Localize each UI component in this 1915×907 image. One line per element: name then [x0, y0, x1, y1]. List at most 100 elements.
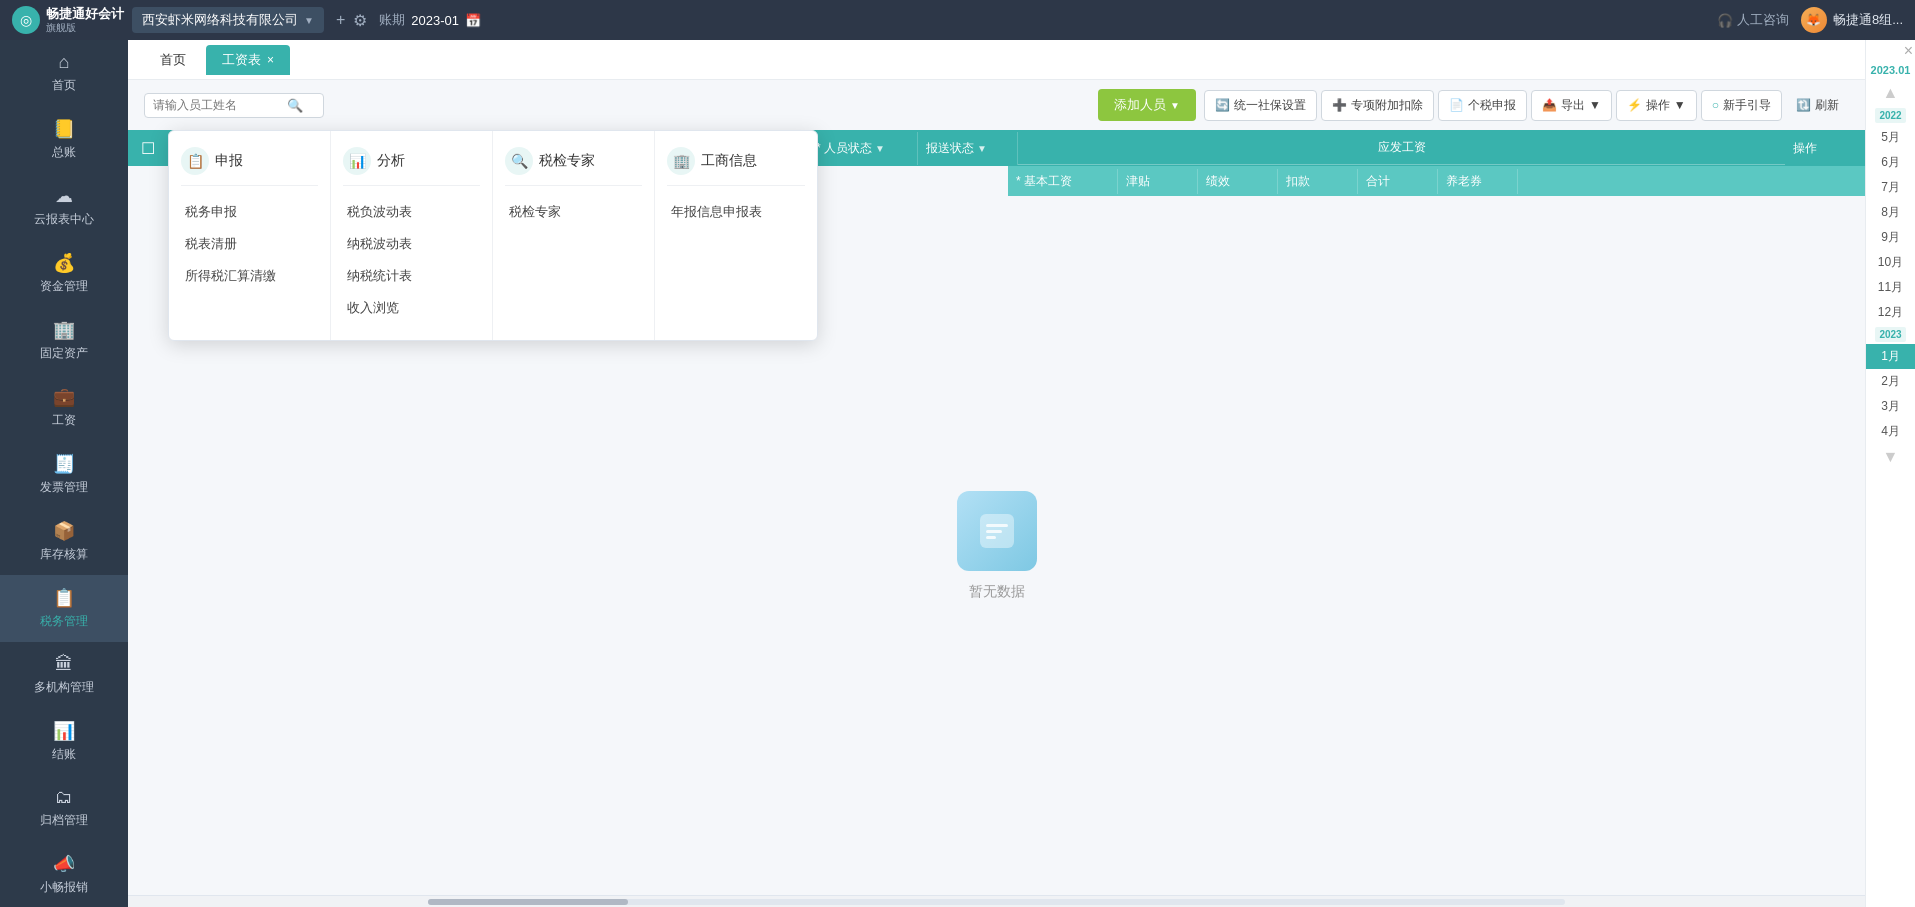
sidebar-item-cloud[interactable]: ☁ 云报表中心 [0, 173, 128, 240]
main-layout: ⌂ 首页 📒 总账 ☁ 云报表中心 💰 资金管理 🏢 固定资产 💼 工资 🧾 发… [0, 40, 1915, 907]
sidebar-item-assets[interactable]: 🏢 固定资产 [0, 307, 128, 374]
th-status: * 人员状态 ▼ [808, 132, 918, 165]
add-dropdown-arrow: ▼ [1170, 100, 1180, 111]
guide-label: 新手引导 [1723, 97, 1771, 114]
month-2022-7[interactable]: 7月 [1866, 175, 1915, 200]
th-deduction: 扣款 [1278, 169, 1358, 194]
th-performance: 绩效 [1198, 169, 1278, 194]
menu-tax-form[interactable]: 税表清册 [181, 228, 318, 260]
tax-return-button[interactable]: 📄 个税申报 [1438, 90, 1527, 121]
menu-tax-declaration[interactable]: 税务申报 [181, 196, 318, 228]
month-2022-8[interactable]: 8月 [1866, 200, 1915, 225]
month-2023-1[interactable]: 1月 [1866, 344, 1915, 369]
fund-icon: 💰 [53, 252, 75, 274]
scroll-down-icon[interactable]: ▼ [1879, 444, 1903, 470]
service-label: 人工咨询 [1737, 11, 1789, 29]
sidebar-item-multi[interactable]: 🏛 多机构管理 [0, 642, 128, 708]
menu-tax-stats[interactable]: 纳税统计表 [343, 260, 480, 292]
plus-icon: ➕ [1332, 98, 1347, 112]
period-value[interactable]: 2023-01 [411, 13, 459, 28]
menu-annual-report[interactable]: 年报信息申报表 [667, 196, 805, 228]
service-button[interactable]: 🎧 人工咨询 [1717, 11, 1789, 29]
multi-icon: 🏛 [55, 654, 73, 675]
add-person-label: 添加人员 [1114, 96, 1166, 114]
menu-income-tax[interactable]: 所得税汇算清缴 [181, 260, 318, 292]
sidebar-item-ledger[interactable]: 📒 总账 [0, 106, 128, 173]
avatar: 🦊 [1801, 7, 1827, 33]
sidebar-item-invoice[interactable]: 🧾 发票管理 [0, 441, 128, 508]
invoice-icon: 🧾 [53, 453, 75, 475]
content-area: 首页 工资表 × 🔍 添加人员 ▼ 🔄 统一社保设置 [128, 40, 1865, 907]
ledger-icon: 📒 [53, 118, 75, 140]
social-insurance-button[interactable]: 🔄 统一社保设置 [1204, 90, 1317, 121]
month-2022-6[interactable]: 6月 [1866, 150, 1915, 175]
status-filter-icon[interactable]: ▼ [875, 143, 885, 154]
tab-home[interactable]: 首页 [144, 45, 202, 75]
archive-icon: 🗂 [55, 787, 73, 808]
add-person-button[interactable]: 添加人员 ▼ [1098, 89, 1196, 121]
month-2023-3[interactable]: 3月 [1866, 394, 1915, 419]
sidebar-item-settle[interactable]: 📊 结账 [0, 708, 128, 775]
sidebar-label-invoice: 发票管理 [40, 479, 88, 496]
search-input[interactable] [153, 98, 283, 112]
tab-close-icon[interactable]: × [267, 53, 274, 67]
scrollbar-track[interactable] [428, 899, 1565, 905]
calendar-icon[interactable]: 📅 [465, 13, 481, 28]
tax-return-label: 个税申报 [1468, 97, 1516, 114]
toolbar-actions: 🔄 统一社保设置 ➕ 专项附加扣除 📄 个税申报 📤 导出 ▼ ⚡ [1204, 90, 1849, 121]
export-button[interactable]: 📤 导出 ▼ [1531, 90, 1612, 121]
sidebar-item-tax[interactable]: 📋 税务管理 [0, 575, 128, 642]
top-header: ◎ 畅捷通好会计 旗舰版 西安虾米网络科技有限公司 ▼ + ⚙ 账期 2023-… [0, 0, 1915, 40]
month-2022-10[interactable]: 10月 [1866, 250, 1915, 275]
refresh-button[interactable]: 🔃 刷新 [1786, 91, 1849, 120]
timeline-header: 2023.01 [1871, 64, 1911, 76]
sidebar-item-inventory[interactable]: 📦 库存核算 [0, 508, 128, 575]
add-button[interactable]: + [336, 11, 345, 29]
svg-rect-1 [986, 524, 1008, 527]
month-2022-9[interactable]: 9月 [1866, 225, 1915, 250]
sidebar-label-multi: 多机构管理 [34, 679, 94, 696]
month-2023-2[interactable]: 2月 [1866, 369, 1915, 394]
scroll-up-icon[interactable]: ▲ [1879, 80, 1903, 106]
sidebar-item-archive[interactable]: 🗂 归档管理 [0, 775, 128, 841]
settings-icon[interactable]: ⚙ [353, 11, 367, 30]
new-guide-button[interactable]: ○ 新手引导 [1701, 90, 1782, 121]
operation-button[interactable]: ⚡ 操作 ▼ [1616, 90, 1697, 121]
month-2023-4[interactable]: 4月 [1866, 419, 1915, 444]
report-filter-icon[interactable]: ▼ [977, 143, 987, 154]
section-title-declaration: 📋 申报 [181, 147, 318, 186]
chevron-down-icon: ▼ [304, 15, 314, 26]
export-label: 导出 [1561, 97, 1585, 114]
sidebar-item-payroll[interactable]: 💼 工资 [0, 374, 128, 441]
sidebar-label-payroll: 工资 [52, 412, 76, 429]
month-2022-12[interactable]: 12月 [1866, 300, 1915, 325]
timeline-close-icon[interactable]: × [1904, 42, 1913, 60]
menu-tax-payment[interactable]: 纳税波动表 [343, 228, 480, 260]
menu-income-browse[interactable]: 收入浏览 [343, 292, 480, 324]
header-actions: + ⚙ [336, 11, 367, 30]
sidebar-label-tax: 税务管理 [40, 613, 88, 630]
analysis-icon: 📊 [343, 147, 371, 175]
user-area[interactable]: 🦊 畅捷通8组... [1801, 7, 1903, 33]
scrollbar-thumb[interactable] [428, 899, 628, 905]
social-label: 统一社保设置 [1234, 97, 1306, 114]
sidebar-item-xiaochang[interactable]: 📣 小畅报销 [0, 841, 128, 907]
tax-icon: 📋 [53, 587, 75, 609]
timeline-panel: × 2023.01 ▲ 2022 5月 6月 7月 8月 9月 10月 11月 … [1865, 40, 1915, 907]
search-input-wrap: 🔍 [144, 93, 324, 118]
sidebar-item-home[interactable]: ⌂ 首页 [0, 40, 128, 106]
menu-tax-expert[interactable]: 税检专家 [505, 196, 642, 228]
th-pension: 养老券 [1438, 169, 1518, 194]
settle-icon: 📊 [53, 720, 75, 742]
dropdown-sections: 📋 申报 税务申报 税表清册 所得税汇算清缴 📊 分析 税负波动表 纳税波动表 … [169, 131, 817, 340]
month-2022-11[interactable]: 11月 [1866, 275, 1915, 300]
menu-tax-burden[interactable]: 税负波动表 [343, 196, 480, 228]
company-selector[interactable]: 西安虾米网络科技有限公司 ▼ [132, 7, 324, 33]
month-2022-5[interactable]: 5月 [1866, 125, 1915, 150]
section-declaration: 📋 申报 税务申报 税表清册 所得税汇算清缴 [169, 131, 331, 340]
special-deduction-button[interactable]: ➕ 专项附加扣除 [1321, 90, 1434, 121]
select-all-checkbox[interactable]: ☐ [128, 139, 168, 158]
sidebar-item-fund[interactable]: 💰 资金管理 [0, 240, 128, 307]
tab-payroll-table[interactable]: 工资表 × [206, 45, 290, 75]
svg-rect-3 [986, 536, 996, 539]
